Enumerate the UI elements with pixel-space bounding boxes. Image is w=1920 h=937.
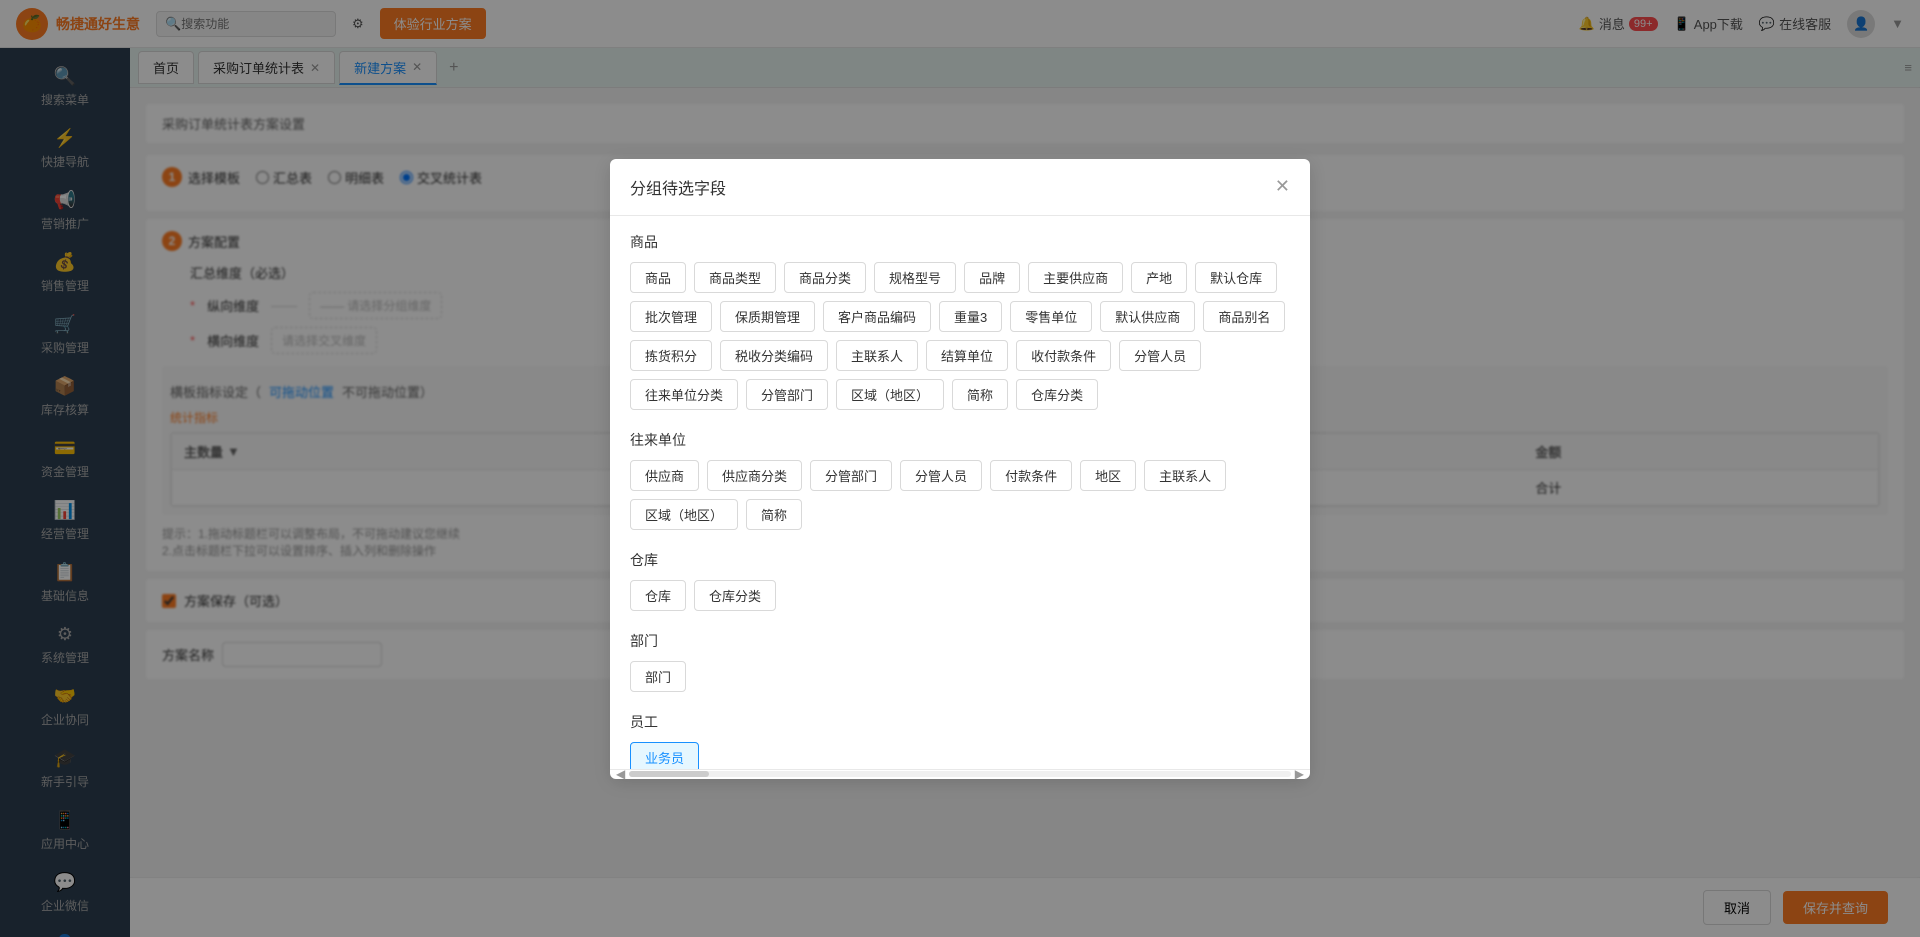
field-tag-region[interactable]: 区域（地区） [836, 379, 944, 410]
field-tag-brand[interactable]: 品牌 [964, 262, 1020, 293]
department-tags: 部门 [630, 661, 1290, 692]
field-tag-customer-code[interactable]: 客户商品编码 [823, 301, 931, 332]
field-tag-default-supplier[interactable]: 默认供应商 [1100, 301, 1195, 332]
field-tag-dept-field[interactable]: 部门 [630, 661, 686, 692]
scroll-right-arrow[interactable]: ▶ [1291, 767, 1308, 781]
field-tag-settle-unit[interactable]: 结算单位 [926, 340, 1008, 371]
field-group-employee: 员工 业务员 [630, 712, 1290, 769]
field-tag-abbr[interactable]: 简称 [952, 379, 1008, 410]
scroll-track-h[interactable] [629, 771, 1291, 777]
field-tag-spec-type[interactable]: 规格型号 [874, 262, 956, 293]
field-tag-product-alias[interactable]: 商品别名 [1203, 301, 1285, 332]
modal-title: 分组待选字段 [630, 175, 726, 199]
field-tag-batch-manage[interactable]: 批次管理 [630, 301, 712, 332]
field-group-warehouse: 仓库 仓库 仓库分类 [630, 550, 1290, 611]
product-tags: 商品 商品类型 商品分类 规格型号 品牌 主要供应商 产地 默认仓库 批次管理 … [630, 262, 1290, 410]
field-tag-retail-unit[interactable]: 零售单位 [1010, 301, 1092, 332]
field-group-partner-title: 往来单位 [630, 430, 1290, 450]
field-tag-supplier-category[interactable]: 供应商分类 [707, 460, 802, 491]
field-tag-payment-terms[interactable]: 收付款条件 [1016, 340, 1111, 371]
field-group-product: 商品 商品 商品类型 商品分类 规格型号 品牌 主要供应商 产地 默认仓库 批次… [630, 232, 1290, 410]
field-tag-unit-category[interactable]: 往来单位分类 [630, 379, 738, 410]
field-tag-manager[interactable]: 分管人员 [1119, 340, 1201, 371]
warehouse-tags: 仓库 仓库分类 [630, 580, 1290, 611]
field-select-modal: 分组待选字段 ✕ 商品 商品 商品类型 商品分类 规格型号 品牌 主要供应商 产… [610, 159, 1310, 779]
field-group-department: 部门 部门 [630, 631, 1290, 692]
field-tag-pickup-score[interactable]: 拣货积分 [630, 340, 712, 371]
modal-overlay: 分组待选字段 ✕ 商品 商品 商品类型 商品分类 规格型号 品牌 主要供应商 产… [0, 0, 1920, 937]
field-tag-manage-person[interactable]: 分管人员 [900, 460, 982, 491]
field-tag-main-supplier[interactable]: 主要供应商 [1028, 262, 1123, 293]
field-group-employee-title: 员工 [630, 712, 1290, 732]
field-tag-dept[interactable]: 分管部门 [746, 379, 828, 410]
field-tag-main-contact[interactable]: 主联系人 [836, 340, 918, 371]
field-tag-salesman[interactable]: 业务员 [630, 742, 699, 769]
modal-body: 商品 商品 商品类型 商品分类 规格型号 品牌 主要供应商 产地 默认仓库 批次… [610, 216, 1310, 769]
field-tag-wh[interactable]: 仓库 [630, 580, 686, 611]
field-tag-tax-category-code[interactable]: 税收分类编码 [720, 340, 828, 371]
field-tag-manage-dept[interactable]: 分管部门 [810, 460, 892, 491]
field-tag-product-type[interactable]: 商品类型 [694, 262, 776, 293]
field-tag-expiry-manage[interactable]: 保质期管理 [720, 301, 815, 332]
modal-close-button[interactable]: ✕ [1275, 176, 1290, 197]
field-tag-product-category[interactable]: 商品分类 [784, 262, 866, 293]
field-tag-wh-category[interactable]: 仓库分类 [694, 580, 776, 611]
employee-tags: 业务员 [630, 742, 1290, 769]
field-tag-weight3[interactable]: 重量3 [939, 301, 1002, 332]
field-group-warehouse-title: 仓库 [630, 550, 1290, 570]
field-tag-product[interactable]: 商品 [630, 262, 686, 293]
partner-tags: 供应商 供应商分类 分管部门 分管人员 付款条件 地区 主联系人 区域（地区） … [630, 460, 1290, 530]
scroll-thumb-h[interactable] [629, 771, 709, 777]
field-tag-area[interactable]: 地区 [1080, 460, 1136, 491]
field-tag-contact[interactable]: 主联系人 [1144, 460, 1226, 491]
modal-header: 分组待选字段 ✕ [610, 159, 1310, 216]
scroll-left-arrow[interactable]: ◀ [612, 767, 629, 781]
field-tag-short-name[interactable]: 简称 [746, 499, 802, 530]
field-tag-origin[interactable]: 产地 [1131, 262, 1187, 293]
field-group-product-title: 商品 [630, 232, 1290, 252]
field-tag-warehouse-category[interactable]: 仓库分类 [1016, 379, 1098, 410]
field-group-department-title: 部门 [630, 631, 1290, 651]
field-group-partner: 往来单位 供应商 供应商分类 分管部门 分管人员 付款条件 地区 主联系人 区域… [630, 430, 1290, 530]
field-tag-payment-condition[interactable]: 付款条件 [990, 460, 1072, 491]
field-tag-supplier[interactable]: 供应商 [630, 460, 699, 491]
modal-scrollbar-horizontal[interactable]: ◀ ▶ [610, 769, 1310, 779]
field-tag-default-warehouse[interactable]: 默认仓库 [1195, 262, 1277, 293]
field-tag-area2[interactable]: 区域（地区） [630, 499, 738, 530]
